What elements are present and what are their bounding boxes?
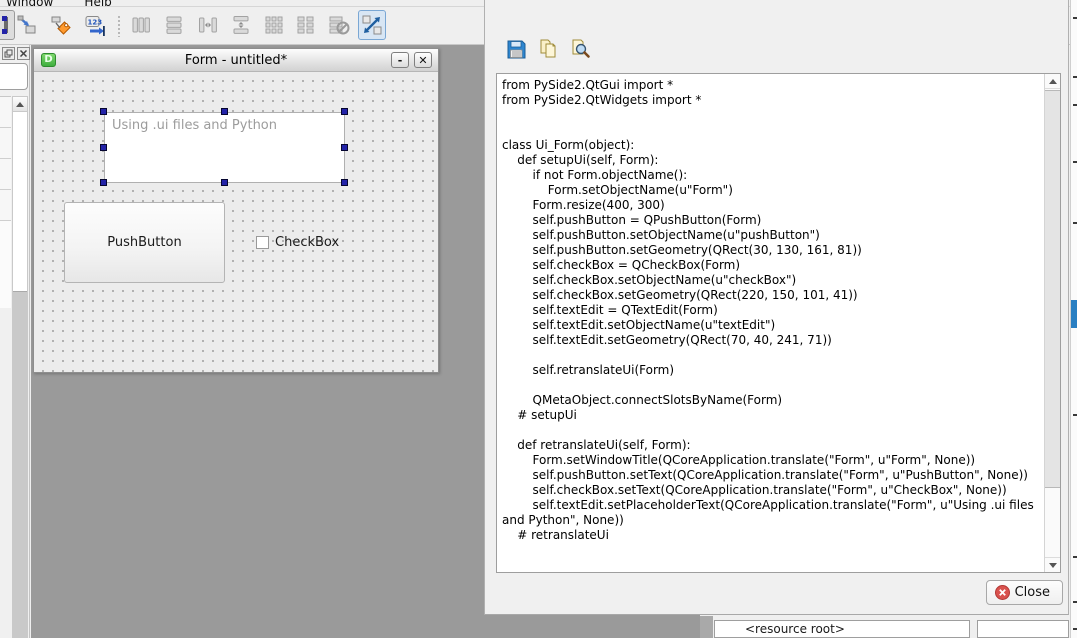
layout-form-button[interactable] <box>292 10 320 40</box>
resource-root-item[interactable]: <resource root> <box>745 622 845 636</box>
code-view: from PySide2.QtGui import * from PySide2… <box>496 73 1061 573</box>
edit-buddies-icon <box>50 14 72 36</box>
clipped-text-mark <box>1073 414 1077 416</box>
clipped-text-mark <box>1073 601 1077 603</box>
scroll-up-button[interactable] <box>1045 74 1060 89</box>
edit-buddies-button[interactable] <box>47 10 75 40</box>
triangle-up-icon <box>16 102 24 107</box>
adjust-size-button[interactable] <box>358 10 386 40</box>
edit-signals-slots-icon <box>16 14 38 36</box>
menu-help[interactable]: Help <box>84 0 111 7</box>
dock-float-icon <box>2 47 15 60</box>
selection-handle-top-left[interactable] <box>100 108 107 115</box>
code-scrollbar[interactable] <box>1044 74 1060 572</box>
close-button[interactable]: Close <box>986 580 1063 605</box>
textedit-placeholder: Using .ui files and Python <box>105 113 344 138</box>
layout-horizontal-splitter-icon <box>197 14 219 36</box>
layout-form-icon <box>295 14 317 36</box>
resource-files-list[interactable] <box>977 620 1069 638</box>
layout-horizontal-icon <box>130 14 152 36</box>
form-canvas[interactable]: Using .ui files and Python PushButton Ch… <box>34 72 438 372</box>
checkbox-label: CheckBox <box>275 235 339 250</box>
edit-signals-slots-button[interactable] <box>13 10 41 40</box>
widget-box-list-item[interactable] <box>0 128 11 159</box>
dock-float-button[interactable] <box>1 46 15 60</box>
menu-window[interactable]: Window <box>6 0 53 7</box>
resource-browser-panel: <resource root> <box>700 615 1077 638</box>
code-text[interactable]: from PySide2.QtGui import * from PySide2… <box>497 74 1060 547</box>
copy-icon <box>537 38 559 60</box>
panel-corner-block <box>700 616 713 638</box>
copy-button[interactable] <box>535 36 561 62</box>
svg-text:123: 123 <box>88 19 103 27</box>
layout-vertical-icon <box>163 14 185 36</box>
triangle-up-icon <box>1049 79 1057 84</box>
selection-handle-bottom-center[interactable] <box>221 179 228 186</box>
save-icon <box>505 38 527 60</box>
selection-handle-top-center[interactable] <box>221 108 228 115</box>
clipped-text-mark <box>1073 161 1077 163</box>
selection-handle-bottom-left[interactable] <box>100 179 107 186</box>
dock-close-button[interactable] <box>16 46 30 60</box>
dock-close-icon <box>17 47 30 60</box>
break-layout-icon <box>328 14 350 36</box>
scroll-up-button[interactable] <box>13 97 27 112</box>
textedit-widget[interactable]: Using .ui files and Python <box>104 112 345 183</box>
form-editor-window: D Form - untitled* - ✕ Using .ui files a… <box>33 48 439 373</box>
scrollbar-thumb[interactable] <box>13 291 27 637</box>
triangle-down-icon <box>1049 563 1057 568</box>
minimize-button[interactable]: - <box>391 52 409 68</box>
clipped-text-mark <box>1073 76 1077 78</box>
clipped-side-panel <box>1070 0 1077 638</box>
close-button-label: Close <box>1015 585 1050 600</box>
edit-tab-order-icon: 123 <box>84 14 106 36</box>
layout-vertical-splitter-button[interactable] <box>227 10 255 40</box>
widget-box-dock <box>0 45 30 638</box>
pushbutton-widget[interactable]: PushButton <box>64 202 225 283</box>
edit-tab-order-button[interactable]: 123 <box>81 10 109 40</box>
clipped-text-mark <box>1073 222 1077 224</box>
selection-handle-bottom-right[interactable] <box>341 179 348 186</box>
form-window-title: Form - untitled* <box>34 53 438 68</box>
save-button[interactable] <box>503 36 529 62</box>
scrollbar-thumb[interactable] <box>1045 90 1060 488</box>
toolbar-separator <box>117 15 121 37</box>
clipped-text-mark <box>1073 104 1077 106</box>
find-button[interactable] <box>567 36 593 62</box>
find-icon <box>569 38 591 60</box>
layout-horizontal-button[interactable] <box>127 10 155 40</box>
widget-filter-input[interactable] <box>0 63 28 90</box>
selection-handle-mid-right[interactable] <box>341 144 348 151</box>
clipped-text-mark <box>1073 17 1077 19</box>
checkbox-indicator[interactable] <box>256 236 269 249</box>
layout-grid-button[interactable] <box>260 10 288 40</box>
window-close-button[interactable]: ✕ <box>414 52 432 68</box>
edit-widgets-icon <box>0 14 12 36</box>
qt-designer-screen: Window Help <box>0 0 1077 638</box>
clipped-text-mark <box>1073 556 1077 558</box>
layout-grid-icon <box>263 14 285 36</box>
layout-horizontal-splitter-button[interactable] <box>194 10 222 40</box>
widget-box-scrollbar[interactable] <box>12 96 28 638</box>
clipped-text-mark <box>1073 628 1077 630</box>
selection-handle-mid-left[interactable] <box>100 144 107 151</box>
widget-box-list <box>0 96 11 308</box>
side-panel-selection <box>1071 300 1077 328</box>
break-layout-button[interactable] <box>325 10 353 40</box>
layout-vertical-button[interactable] <box>160 10 188 40</box>
form-window-titlebar[interactable]: D Form - untitled* - ✕ <box>34 49 438 72</box>
widget-box-list-item[interactable] <box>0 97 11 128</box>
checkbox-widget[interactable]: CheckBox <box>254 222 355 263</box>
layout-vertical-splitter-icon <box>230 14 252 36</box>
adjust-size-icon <box>361 14 383 36</box>
scroll-down-button[interactable] <box>1045 557 1060 572</box>
selection-handle-top-right[interactable] <box>341 108 348 115</box>
widget-box-list-item[interactable] <box>0 190 11 221</box>
close-icon <box>995 585 1010 600</box>
resource-tree[interactable]: <resource root> <box>714 620 970 638</box>
widget-box-list-item[interactable] <box>0 159 11 190</box>
code-preview-window: from PySide2.QtGui import * from PySide2… <box>484 0 1069 615</box>
